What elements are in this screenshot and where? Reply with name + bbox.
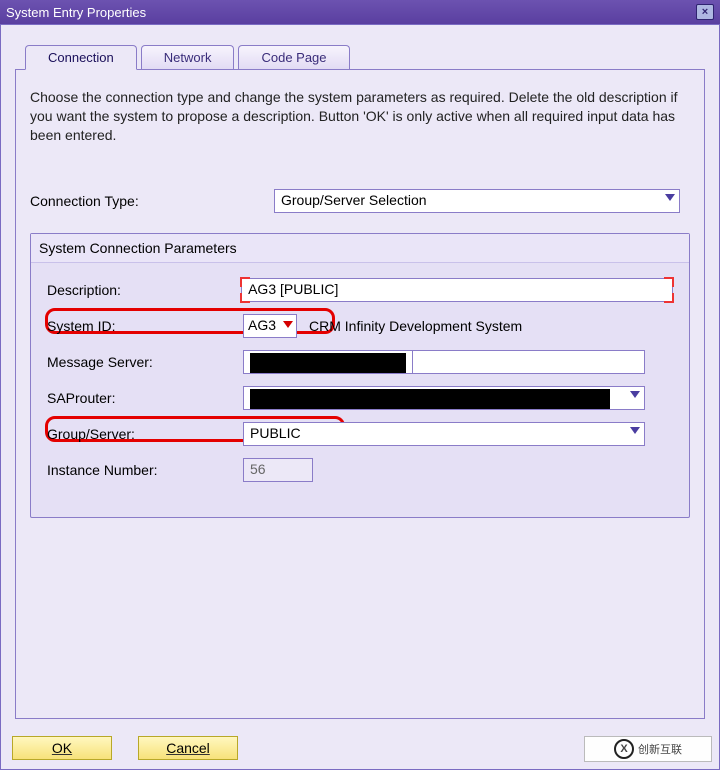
chevron-down-icon (630, 427, 640, 434)
saprouter-label: SAProuter: (47, 390, 243, 406)
chevron-down-icon (283, 321, 293, 328)
group-title: System Connection Parameters (31, 234, 689, 263)
tab-connection[interactable]: Connection (25, 45, 137, 70)
system-id-value: AG3 (248, 317, 276, 333)
connection-type-label: Connection Type: (30, 193, 274, 209)
connection-panel: Choose the connection type and change th… (15, 69, 705, 719)
cancel-button-label: Cancel (166, 740, 210, 756)
window-title: System Entry Properties (6, 5, 146, 20)
system-id-label: System ID: (47, 318, 243, 334)
redacted-content (250, 389, 610, 409)
logo-icon: X (614, 739, 634, 759)
title-bar: System Entry Properties × (0, 0, 720, 24)
description-input[interactable]: AG3 [PUBLIC] (241, 278, 673, 302)
required-marker-icon (664, 277, 674, 287)
description-value: AG3 [PUBLIC] (248, 281, 338, 297)
system-connection-parameters-group: System Connection Parameters Description… (30, 233, 690, 518)
branding-logo: X 创新互联 (584, 736, 712, 762)
message-server-input[interactable] (243, 350, 413, 374)
message-server-label: Message Server: (47, 354, 243, 370)
description-label: Description: (47, 282, 241, 298)
connection-type-value: Group/Server Selection (281, 192, 427, 208)
intro-text: Choose the connection type and change th… (30, 88, 690, 145)
system-id-dropdown[interactable]: AG3 (243, 314, 297, 338)
tab-strip: Connection Network Code Page (25, 45, 719, 69)
group-server-dropdown[interactable]: PUBLIC (243, 422, 645, 446)
system-id-description: CRM Infinity Development System (309, 318, 522, 334)
ok-button[interactable]: OK (12, 736, 112, 760)
group-server-value: PUBLIC (250, 425, 301, 441)
instance-number-input[interactable]: 56 (243, 458, 313, 482)
tab-code-page[interactable]: Code Page (238, 45, 349, 69)
close-icon[interactable]: × (696, 4, 714, 20)
tab-network[interactable]: Network (141, 45, 235, 69)
dialog-body: Connection Network Code Page Choose the … (0, 24, 720, 770)
chevron-down-icon (665, 194, 675, 201)
group-server-label: Group/Server: (47, 426, 243, 442)
instance-number-value: 56 (250, 461, 266, 477)
connection-type-dropdown[interactable]: Group/Server Selection (274, 189, 680, 213)
chevron-down-icon (630, 391, 640, 398)
saprouter-dropdown[interactable] (243, 386, 645, 410)
cancel-button[interactable]: Cancel (138, 736, 238, 760)
required-marker-icon (664, 293, 674, 303)
message-server-extra-input[interactable] (413, 350, 645, 374)
logo-text: 创新互联 (638, 741, 682, 757)
ok-button-label: OK (52, 740, 72, 756)
instance-number-label: Instance Number: (47, 462, 243, 478)
dialog-button-bar: OK Cancel (12, 736, 238, 760)
redacted-content (250, 353, 406, 373)
